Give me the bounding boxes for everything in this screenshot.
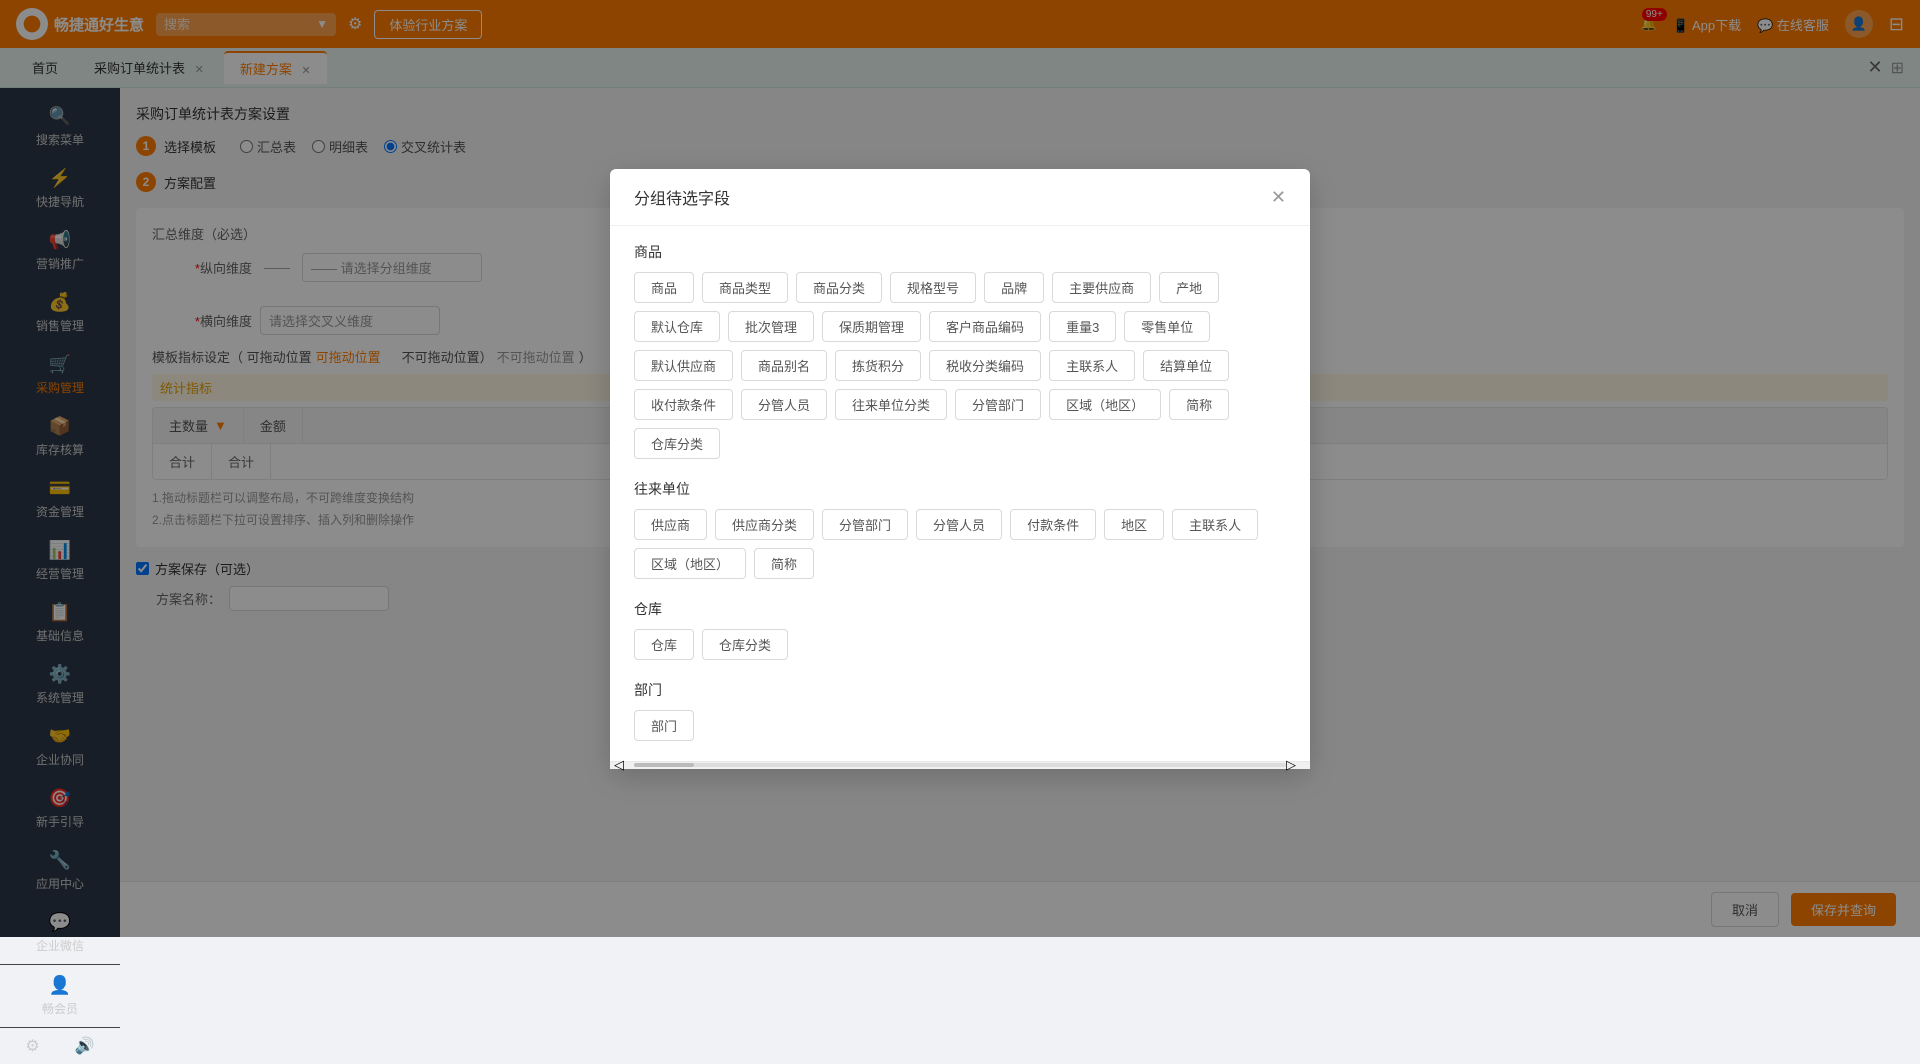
field-tag-0-24[interactable]: 简称 [1169,389,1229,420]
field-group-title-3: 部门 [634,680,1286,700]
modal-field-group-1: 往来单位供应商供应商分类分管部门分管人员付款条件地区主联系人区域（地区） 简称 [634,479,1286,579]
field-tag-0-23[interactable]: 区域（地区） [1049,389,1161,420]
modal-title: 分组待选字段 [634,185,730,209]
field-tag-1-8[interactable]: 简称 [754,548,814,579]
field-tag-0-5[interactable]: 主要供应商 [1052,272,1151,303]
hscroll-left: ◁ [614,757,634,773]
field-tag-1-1[interactable]: 供应商分类 [715,509,814,540]
field-tag-0-12[interactable]: 零售单位 [1124,311,1210,342]
modal-field-group-3: 部门部门 [634,680,1286,741]
field-tag-1-3[interactable]: 分管人员 [916,509,1002,540]
field-tag-0-3[interactable]: 规格型号 [890,272,976,303]
field-tag-0-7[interactable]: 默认仓库 [634,311,720,342]
settings-bottom-icon[interactable]: ⚙ [25,1036,39,1056]
field-tag-1-5[interactable]: 地区 [1104,509,1164,540]
field-tag-0-10[interactable]: 客户商品编码 [929,311,1041,342]
field-tag-0-4[interactable]: 品牌 [984,272,1044,303]
field-tag-3-0[interactable]: 部门 [634,710,694,741]
modal-close-button[interactable]: ✕ [1271,188,1286,206]
field-tag-0-21[interactable]: 往来单位分类 [835,389,947,420]
field-tag-0-11[interactable]: 重量3 [1049,311,1116,342]
field-tag-0-18[interactable]: 结算单位 [1143,350,1229,381]
modal-horizontal-scrollbar[interactable]: ◁ ▷ [610,761,1310,769]
field-group-title-0: 商品 [634,242,1286,262]
modal-header: 分组待选字段 ✕ [610,169,1310,226]
field-tag-0-17[interactable]: 主联系人 [1049,350,1135,381]
field-tag-0-14[interactable]: 商品别名 [741,350,827,381]
field-tag-1-0[interactable]: 供应商 [634,509,707,540]
field-tag-1-4[interactable]: 付款条件 [1010,509,1096,540]
hscroll-track [634,763,1286,767]
field-group-title-2: 仓库 [634,599,1286,619]
field-tag-0-15[interactable]: 拣货积分 [835,350,921,381]
field-tag-0-0[interactable]: 商品 [634,272,694,303]
field-tag-0-1[interactable]: 商品类型 [702,272,788,303]
field-tag-1-6[interactable]: 主联系人 [1172,509,1258,540]
field-tag-0-6[interactable]: 产地 [1159,272,1219,303]
modal-dialog: 分组待选字段 ✕ 商品商品商品类型商品分类规格型号品牌主要供应商产地默认仓库批次… [610,169,1310,769]
field-tag-0-20[interactable]: 分管人员 [741,389,827,420]
modal-overlay: 分组待选字段 ✕ 商品商品商品类型商品分类规格型号品牌主要供应商产地默认仓库批次… [0,0,1920,937]
field-tag-2-1[interactable]: 仓库分类 [702,629,788,660]
field-tag-0-16[interactable]: 税收分类编码 [929,350,1041,381]
field-tag-0-13[interactable]: 默认供应商 [634,350,733,381]
field-tag-2-0[interactable]: 仓库 [634,629,694,660]
hscroll-thumb[interactable] [634,763,694,767]
field-tags-0: 商品商品类型商品分类规格型号品牌主要供应商产地默认仓库批次管理保质期管理客户商品… [634,272,1286,459]
field-tag-0-8[interactable]: 批次管理 [728,311,814,342]
hscroll-right: ▷ [1286,757,1306,773]
field-tag-0-25[interactable]: 仓库分类 [634,428,720,459]
modal-field-group-2: 仓库仓库仓库分类 [634,599,1286,660]
field-tag-0-19[interactable]: 收付款条件 [634,389,733,420]
member-icon: 👤 [49,975,71,996]
field-tags-1: 供应商供应商分类分管部门分管人员付款条件地区主联系人区域（地区） 简称 [634,509,1286,579]
field-group-title-1: 往来单位 [634,479,1286,499]
field-tag-0-22[interactable]: 分管部门 [955,389,1041,420]
field-tags-3: 部门 [634,710,1286,741]
field-tags-2: 仓库仓库分类 [634,629,1286,660]
volume-icon[interactable]: 🔊 [75,1036,95,1056]
field-tag-0-9[interactable]: 保质期管理 [822,311,921,342]
sidebar-item-member[interactable]: 👤 畅会员 [0,964,120,1027]
field-tag-1-7[interactable]: 区域（地区） [634,548,746,579]
modal-field-group-0: 商品商品商品类型商品分类规格型号品牌主要供应商产地默认仓库批次管理保质期管理客户… [634,242,1286,459]
field-tag-1-2[interactable]: 分管部门 [822,509,908,540]
modal-body: 商品商品商品类型商品分类规格型号品牌主要供应商产地默认仓库批次管理保质期管理客户… [610,226,1310,761]
field-tag-0-2[interactable]: 商品分类 [796,272,882,303]
